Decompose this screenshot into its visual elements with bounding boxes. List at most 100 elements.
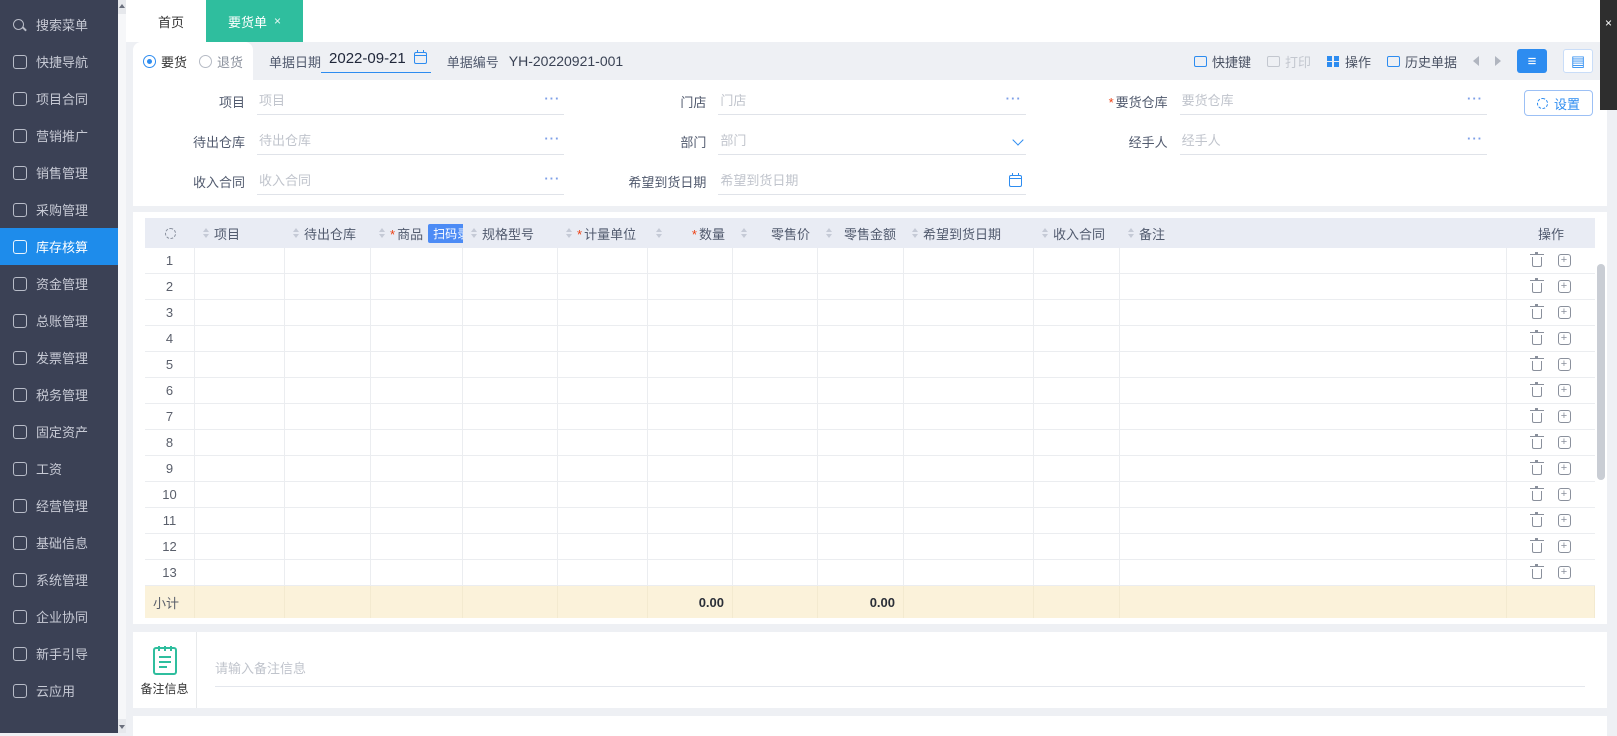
table-cell[interactable] bbox=[648, 508, 733, 533]
table-cell[interactable] bbox=[648, 482, 733, 507]
table-cell[interactable] bbox=[733, 456, 818, 481]
card-view-toggle[interactable]: ▤ bbox=[1563, 49, 1593, 73]
table-cell[interactable] bbox=[463, 456, 558, 481]
out-warehouse-input[interactable] bbox=[257, 127, 565, 155]
table-cell[interactable] bbox=[818, 352, 904, 377]
table-cell[interactable] bbox=[1120, 456, 1507, 481]
print-button[interactable]: 打印 bbox=[1266, 52, 1311, 71]
department-input[interactable] bbox=[718, 127, 1026, 155]
table-cell[interactable] bbox=[558, 482, 648, 507]
table-cell[interactable] bbox=[733, 560, 818, 585]
table-cell[interactable] bbox=[371, 248, 463, 273]
table-cell[interactable] bbox=[1120, 274, 1507, 299]
delete-row-icon[interactable] bbox=[1529, 460, 1544, 475]
more-options-icon[interactable] bbox=[1467, 131, 1483, 146]
table-cell[interactable] bbox=[1034, 430, 1120, 455]
table-cell[interactable] bbox=[195, 456, 285, 481]
table-cell[interactable] bbox=[904, 326, 1034, 351]
table-cell[interactable] bbox=[733, 326, 818, 351]
sort-icon[interactable] bbox=[656, 228, 662, 238]
table-cell[interactable] bbox=[733, 378, 818, 403]
store-input[interactable] bbox=[718, 87, 1026, 115]
table-cell[interactable] bbox=[904, 482, 1034, 507]
sort-icon[interactable] bbox=[293, 228, 299, 238]
table-cell[interactable] bbox=[1034, 248, 1120, 273]
table-cell[interactable] bbox=[285, 430, 371, 455]
table-cell[interactable] bbox=[1120, 248, 1507, 273]
table-cell[interactable] bbox=[733, 482, 818, 507]
table-cell[interactable] bbox=[1034, 482, 1120, 507]
delete-row-icon[interactable] bbox=[1529, 486, 1544, 501]
table-cell[interactable] bbox=[371, 430, 463, 455]
delete-row-icon[interactable] bbox=[1529, 408, 1544, 423]
delete-row-icon[interactable] bbox=[1529, 356, 1544, 371]
add-row-icon[interactable] bbox=[1557, 280, 1571, 293]
add-row-icon[interactable] bbox=[1557, 514, 1571, 527]
table-cell[interactable] bbox=[1120, 378, 1507, 403]
table-cell[interactable] bbox=[818, 274, 904, 299]
table-cell[interactable] bbox=[558, 534, 648, 559]
table-cell[interactable] bbox=[558, 274, 648, 299]
delete-row-icon[interactable] bbox=[1529, 434, 1544, 449]
sort-icon[interactable] bbox=[1042, 228, 1048, 238]
table-cell[interactable] bbox=[371, 326, 463, 351]
add-row-icon[interactable] bbox=[1557, 462, 1571, 475]
table-cell[interactable] bbox=[733, 248, 818, 273]
table-cell[interactable] bbox=[733, 352, 818, 377]
window-close-icon[interactable]: × bbox=[1605, 16, 1612, 30]
table-cell[interactable] bbox=[195, 378, 285, 403]
table-cell[interactable] bbox=[463, 560, 558, 585]
table-cell[interactable] bbox=[285, 482, 371, 507]
request-warehouse-input[interactable] bbox=[1179, 87, 1487, 115]
income-contract-input[interactable] bbox=[257, 167, 565, 195]
table-cell[interactable] bbox=[648, 274, 733, 299]
table-cell[interactable] bbox=[904, 456, 1034, 481]
doc-date-field[interactable]: 2022-09-21 bbox=[321, 50, 431, 73]
table-cell[interactable] bbox=[818, 300, 904, 325]
table-cell[interactable] bbox=[1034, 352, 1120, 377]
table-cell[interactable] bbox=[904, 560, 1034, 585]
table-cell[interactable] bbox=[285, 300, 371, 325]
table-cell[interactable] bbox=[733, 300, 818, 325]
table-cell[interactable] bbox=[285, 404, 371, 429]
sidebar-scrollbar[interactable] bbox=[118, 0, 126, 733]
table-cell[interactable] bbox=[1120, 326, 1507, 351]
settings-button[interactable]: 设置 bbox=[1523, 90, 1593, 116]
more-options-icon[interactable] bbox=[544, 91, 560, 106]
table-cell[interactable] bbox=[285, 378, 371, 403]
operations-button[interactable]: 操作 bbox=[1326, 52, 1371, 71]
sidebar-item[interactable]: 营销推广 bbox=[0, 117, 126, 154]
delete-row-icon[interactable] bbox=[1529, 278, 1544, 293]
table-cell[interactable] bbox=[648, 560, 733, 585]
tab-request-order[interactable]: 要货单 × bbox=[206, 0, 304, 42]
table-cell[interactable] bbox=[463, 352, 558, 377]
table-cell[interactable] bbox=[1034, 378, 1120, 403]
table-cell[interactable] bbox=[558, 404, 648, 429]
delete-row-icon[interactable] bbox=[1529, 382, 1544, 397]
gear-icon[interactable] bbox=[164, 227, 176, 239]
table-cell[interactable] bbox=[904, 378, 1034, 403]
table-cell[interactable] bbox=[285, 326, 371, 351]
table-cell[interactable] bbox=[371, 560, 463, 585]
add-row-icon[interactable] bbox=[1557, 306, 1571, 319]
table-cell[interactable] bbox=[371, 378, 463, 403]
table-cell[interactable] bbox=[558, 352, 648, 377]
table-cell[interactable] bbox=[648, 534, 733, 559]
table-scrollbar-thumb[interactable] bbox=[1597, 264, 1605, 480]
table-cell[interactable] bbox=[195, 534, 285, 559]
table-cell[interactable] bbox=[648, 352, 733, 377]
sidebar-item[interactable]: 系统管理 bbox=[0, 561, 126, 598]
table-cell[interactable] bbox=[818, 326, 904, 351]
table-cell[interactable] bbox=[818, 378, 904, 403]
sidebar-item[interactable]: 固定资产 bbox=[0, 413, 126, 450]
table-cell[interactable] bbox=[285, 456, 371, 481]
calendar-icon[interactable] bbox=[413, 50, 427, 64]
table-cell[interactable] bbox=[904, 352, 1034, 377]
scan-entry-badge[interactable]: 扫码录入 bbox=[428, 223, 463, 243]
tab-home[interactable]: 首页 bbox=[136, 0, 206, 42]
table-cell[interactable] bbox=[195, 482, 285, 507]
table-cell[interactable] bbox=[285, 352, 371, 377]
sidebar-item[interactable]: 库存核算 bbox=[0, 228, 126, 265]
table-cell[interactable] bbox=[463, 274, 558, 299]
table-cell[interactable] bbox=[371, 534, 463, 559]
